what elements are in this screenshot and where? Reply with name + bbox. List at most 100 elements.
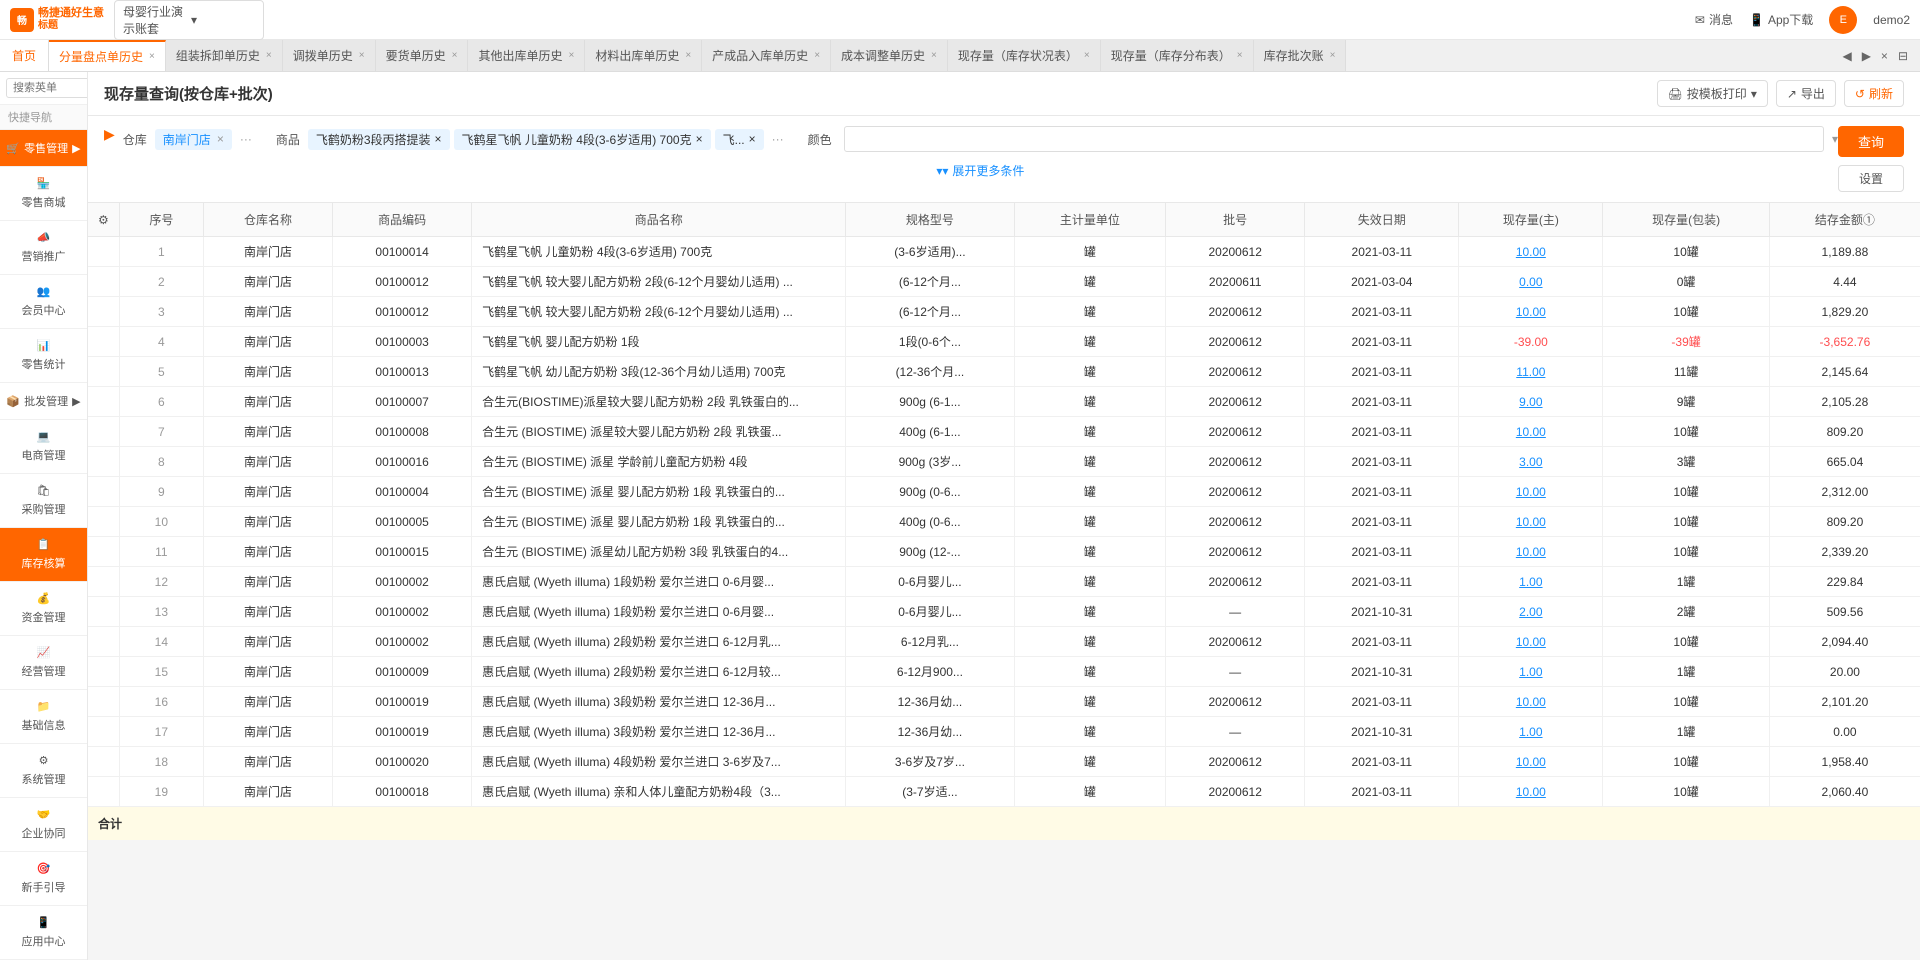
cell-expire: 2021-10-31 — [1305, 657, 1459, 687]
tab-cost-adjust[interactable]: 成本调整单历史 × — [831, 40, 948, 72]
sidebar-item-ecommerce[interactable]: 💻 电商管理 — [0, 420, 87, 474]
tab-combo[interactable]: 组装拆卸单历史 × — [166, 40, 283, 72]
purchase-icon: 🛍 — [37, 484, 51, 497]
cell-stock-main[interactable]: 10.00 — [1459, 627, 1603, 657]
tab-product-in[interactable]: 产成品入库单历史 × — [702, 40, 831, 72]
cell-stock-main[interactable]: 11.00 — [1459, 357, 1603, 387]
cell-stock-main[interactable]: 0.00 — [1459, 267, 1603, 297]
cell-stock-main[interactable]: 10.00 — [1459, 507, 1603, 537]
table-row: 4南岸门店00100003飞鹤星飞帆 婴儿配方奶粉 1段1段(0-6个...罐2… — [88, 327, 1920, 357]
sidebar-item-finance[interactable]: 💰 资金管理 — [0, 582, 87, 636]
sidebar-item-retail-stats[interactable]: 📊 零售统计 — [0, 329, 87, 383]
goods-ellipsis[interactable]: ··· — [772, 132, 784, 146]
cell-stock-main[interactable]: 1.00 — [1459, 717, 1603, 747]
cell-batch: 20200612 — [1166, 447, 1305, 477]
wholesale-icon: 📦 — [6, 395, 20, 408]
cell-stock-main[interactable]: 10.00 — [1459, 537, 1603, 567]
tab-stock-status[interactable]: 现存量（库存状况表） × — [948, 40, 1101, 72]
sidebar-item-member[interactable]: 👥 会员中心 — [0, 275, 87, 329]
cell-unit: 罐 — [1014, 237, 1166, 267]
col-warehouse: 仓库名称 — [203, 203, 332, 237]
industry-selector[interactable]: 母婴行业演示账套 ▾ — [114, 0, 264, 40]
tab-batch-voucher[interactable]: 库存批次账 × — [1254, 40, 1347, 72]
col-settings[interactable]: ⚙ — [88, 203, 119, 237]
cell-stock-main[interactable]: -39.00 — [1459, 327, 1603, 357]
tab-material-out[interactable]: 材料出库单历史 × — [585, 40, 702, 72]
cell-stock-main[interactable]: 3.00 — [1459, 447, 1603, 477]
sidebar-item-basic[interactable]: 📁 基础信息 — [0, 690, 87, 744]
sidebar-item-marketing[interactable]: 📣 营销推广 — [0, 221, 87, 275]
tab-next-icon[interactable]: ▶ — [1858, 47, 1875, 65]
close-icon[interactable]: × — [1084, 50, 1090, 61]
filter-ellipsis[interactable]: ··· — [240, 132, 252, 146]
close-icon[interactable]: × — [931, 50, 937, 61]
tab-menu-icon[interactable]: ⊟ — [1894, 47, 1912, 65]
cell-stock-main[interactable]: 1.00 — [1459, 657, 1603, 687]
expand-btn[interactable]: 展开更多条件 — [952, 162, 1024, 179]
expand-filter-icon[interactable]: ▶ — [104, 126, 115, 143]
cell-stock-main[interactable]: 10.00 — [1459, 417, 1603, 447]
cell-stock-main[interactable]: 10.00 — [1459, 777, 1603, 807]
tab-require[interactable]: 要货单历史 × — [376, 40, 469, 72]
remove-goods-icon[interactable]: × — [696, 132, 703, 146]
sidebar-item-retail-mgmt[interactable]: 🛒 零售管理 ▶ — [0, 130, 87, 167]
stats-icon: 📊 — [37, 339, 51, 352]
col-name: 商品名称 — [472, 203, 846, 237]
close-icon[interactable]: × — [1237, 50, 1243, 61]
query-button[interactable]: 查询 — [1838, 126, 1904, 157]
sidebar-item-purchase[interactable]: 🛍 采购管理 — [0, 474, 87, 528]
remove-warehouse-icon[interactable]: × — [217, 132, 224, 146]
app-icon: 📱 — [37, 916, 51, 929]
close-icon[interactable]: × — [359, 50, 365, 61]
sidebar-item-system[interactable]: ⚙ 系统管理 — [0, 744, 87, 798]
cell-check — [88, 327, 119, 357]
cell-stock-main[interactable]: 9.00 — [1459, 387, 1603, 417]
tab-home[interactable]: 首页 — [0, 40, 49, 72]
sidebar-item-inventory[interactable]: 📋 库存核算 — [0, 528, 87, 582]
sidebar-item-app-center[interactable]: 📱 应用中心 — [0, 906, 87, 960]
remove-goods-icon[interactable]: × — [749, 132, 756, 146]
tab-split[interactable]: 分量盘点单历史 × — [49, 40, 166, 72]
warehouse-filter-tag[interactable]: 南岸门店 × — [155, 129, 232, 150]
cell-check — [88, 357, 119, 387]
tab-prev-icon[interactable]: ◀ — [1838, 47, 1855, 65]
tab-transfer[interactable]: 调拨单历史 × — [283, 40, 376, 72]
cell-stock-main[interactable]: 10.00 — [1459, 297, 1603, 327]
goods-tag-2[interactable]: 飞鹤星飞帆 儿童奶粉 4段(3-6岁适用) 700克 × — [454, 129, 711, 150]
cell-stock-main[interactable]: 2.00 — [1459, 597, 1603, 627]
close-icon[interactable]: × — [814, 50, 820, 61]
close-icon[interactable]: × — [1330, 50, 1336, 61]
tab-other-out[interactable]: 其他出库单历史 × — [468, 40, 585, 72]
sidebar-item-guide[interactable]: 🎯 新手引导 — [0, 852, 87, 906]
template-print-button[interactable]: 🖨 按模板打印 ▾ — [1657, 80, 1768, 107]
cell-stock-main[interactable]: 10.00 — [1459, 687, 1603, 717]
cell-stock-main[interactable]: 1.00 — [1459, 567, 1603, 597]
sidebar-item-cooperation[interactable]: 🤝 企业协同 — [0, 798, 87, 852]
sidebar-label: 批发管理 — [24, 393, 68, 409]
tab-close-all-icon[interactable]: × — [1877, 47, 1892, 65]
close-icon[interactable]: × — [266, 50, 272, 61]
sidebar-item-retail-shop[interactable]: 🏪 零售商城 — [0, 167, 87, 221]
goods-tags: 飞鹤奶粉3段丙搭提装 × 飞鹤星飞帆 儿童奶粉 4段(3-6岁适用) 700克 … — [308, 129, 764, 150]
close-icon[interactable]: × — [149, 51, 155, 62]
setting-button[interactable]: 设置 — [1838, 165, 1904, 192]
remove-goods-icon[interactable]: × — [435, 132, 442, 146]
cell-stock-main[interactable]: 10.00 — [1459, 477, 1603, 507]
refresh-button[interactable]: ↺ 刷新 — [1844, 80, 1904, 107]
close-icon[interactable]: × — [685, 50, 691, 61]
goods-tag-3[interactable]: 飞... × — [715, 129, 764, 150]
app-download-button[interactable]: 📱 App下载 — [1749, 11, 1813, 28]
cell-no: 12 — [119, 567, 203, 597]
close-icon[interactable]: × — [568, 50, 574, 61]
marketing-icon: 📣 — [37, 231, 51, 244]
sidebar-item-operations[interactable]: 📈 经营管理 — [0, 636, 87, 690]
sidebar-item-wholesale[interactable]: 📦 批发管理 ▶ — [0, 383, 87, 420]
cell-stock-main[interactable]: 10.00 — [1459, 237, 1603, 267]
goods-tag-1[interactable]: 飞鹤奶粉3段丙搭提装 × — [308, 129, 450, 150]
cell-stock-main[interactable]: 10.00 — [1459, 747, 1603, 777]
close-icon[interactable]: × — [452, 50, 458, 61]
message-button[interactable]: ✉ 消息 — [1695, 11, 1733, 28]
export-button[interactable]: ↗ 导出 — [1776, 80, 1836, 107]
tab-stock-dist[interactable]: 现存量（库存分布表） × — [1101, 40, 1254, 72]
search-input[interactable] — [6, 78, 88, 98]
